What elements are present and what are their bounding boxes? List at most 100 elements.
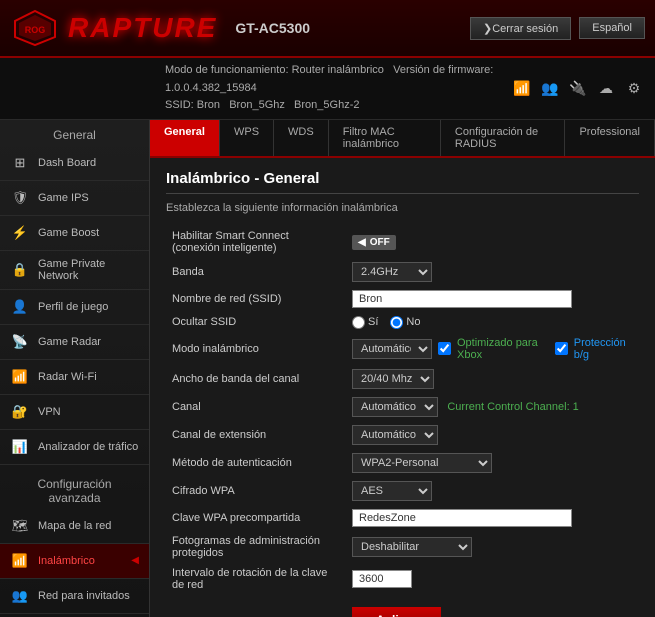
analizador-icon: 📊 xyxy=(10,437,30,457)
ssid-row: Nombre de red (SSID) xyxy=(166,286,639,312)
extension-label: Canal de extensión xyxy=(166,421,346,449)
dashboard-icon: ⊞ xyxy=(10,153,30,173)
brand-title: RAPTURE xyxy=(68,12,217,44)
autenticacion-row: Método de autenticación WPA2-Personal xyxy=(166,449,639,477)
game-ips-icon: 🛡 xyxy=(10,188,30,208)
ssid1-link[interactable]: Bron xyxy=(197,99,220,111)
ocultar-si-label[interactable]: Sí xyxy=(352,316,378,329)
fotogramas-label: Fotogramas de administración protegidos xyxy=(166,531,346,563)
rog-logo: ROG xyxy=(10,8,60,48)
sidebar-item-inalambrico[interactable]: 📶 Inalámbrico ◀ xyxy=(0,544,149,579)
sidebar-label-game-ips: Game IPS xyxy=(38,192,89,204)
toggle-value: OFF xyxy=(370,237,390,248)
tab-general[interactable]: General xyxy=(150,120,220,156)
inalambrico-icon: 📶 xyxy=(10,551,30,571)
channel-info: Current Control Channel: 1 xyxy=(447,401,578,413)
sidebar-item-red-invitados[interactable]: 👥 Red para invitados xyxy=(0,579,149,614)
perfil-icon: 👤 xyxy=(10,297,30,317)
intervalo-input[interactable] xyxy=(352,570,412,588)
mode-link[interactable]: Router inalámbrico xyxy=(292,64,384,76)
ocultar-no-text: No xyxy=(406,316,420,328)
usb-icon[interactable]: 🔌 xyxy=(567,77,589,99)
ocultar-no-radio[interactable] xyxy=(390,316,403,329)
sidebar-label-dashboard: Dash Board xyxy=(38,157,96,169)
radar-wifi-icon: 📶 xyxy=(10,367,30,387)
page-title: Inalámbrico - General xyxy=(166,170,639,194)
apply-button[interactable]: Aplicar xyxy=(352,607,441,617)
clave-label: Clave WPA precompartida xyxy=(166,505,346,531)
banda-label: Banda xyxy=(166,258,346,286)
sidebar-item-radar-wifi[interactable]: 📶 Radar Wi-Fi xyxy=(0,360,149,395)
tab-wds[interactable]: WDS xyxy=(274,120,329,156)
game-private-icon: 🔒 xyxy=(10,260,30,280)
protbg-label: Protección b/g xyxy=(574,337,633,361)
modo-select[interactable]: Automático xyxy=(352,339,432,359)
top-bar: Modo de funcionamiento: Router inalámbri… xyxy=(0,58,655,120)
inalambrico-arrow: ◀ xyxy=(131,555,139,566)
ocultar-si-radio[interactable] xyxy=(352,316,365,329)
ocultar-no-label[interactable]: No xyxy=(390,316,420,329)
extension-row: Canal de extensión Automático xyxy=(166,421,639,449)
ocultar-si-text: Sí xyxy=(368,316,378,328)
main-layout: General ⊞ Dash Board 🛡 Game IPS ⚡ Game B… xyxy=(0,120,655,617)
sidebar-item-analizador[interactable]: 📊 Analizador de tráfico xyxy=(0,430,149,465)
protbg-checkbox[interactable] xyxy=(555,342,568,355)
sidebar-item-vpn[interactable]: 🔐 VPN xyxy=(0,395,149,430)
general-section-title: General xyxy=(0,120,149,146)
game-radar-icon: 📡 xyxy=(10,332,30,352)
ancho-label: Ancho de banda del canal xyxy=(166,365,346,393)
page-subtitle: Establezca la siguiente información inal… xyxy=(166,202,639,214)
tab-filtro-mac[interactable]: Filtro MAC inalámbrico xyxy=(329,120,441,156)
fotogramas-select[interactable]: Deshabilitar xyxy=(352,537,472,557)
ssid-input[interactable] xyxy=(352,290,572,308)
canal-row: Canal Automático Current Control Channel… xyxy=(166,393,639,421)
autenticacion-select[interactable]: WPA2-Personal xyxy=(352,453,492,473)
vpn-icon: 🔐 xyxy=(10,402,30,422)
main-content: General WPS WDS Filtro MAC inalámbrico C… xyxy=(150,120,655,617)
ssid2-link[interactable]: Bron_5Ghz xyxy=(229,99,285,111)
sidebar-item-game-private[interactable]: 🔒 Game Private Network xyxy=(0,251,149,290)
wifi-icon[interactable]: 📶 xyxy=(511,77,533,99)
canal-select[interactable]: Automático xyxy=(352,397,438,417)
advanced-section-title: Configuración avanzada xyxy=(0,469,149,509)
cifrado-row: Cifrado WPA AES xyxy=(166,477,639,505)
sidebar-item-game-boost[interactable]: ⚡ Game Boost xyxy=(0,216,149,251)
sidebar-item-lan[interactable]: 🔌 LAN xyxy=(0,614,149,617)
smart-connect-row: Habilitar Smart Connect (conexión inteli… xyxy=(166,226,639,258)
header: ROG RAPTURE GT-AC5300 ❯Cerrar sesión Esp… xyxy=(0,0,655,58)
mode-label: Modo de funcionamiento: xyxy=(165,64,289,76)
banda-select[interactable]: 2.4GHz 5GHz xyxy=(352,262,432,282)
canal-label: Canal xyxy=(166,393,346,421)
cerrar-sesion-button[interactable]: ❯Cerrar sesión xyxy=(470,17,571,40)
sidebar-item-perfil[interactable]: 👤 Perfil de juego xyxy=(0,290,149,325)
xbox-checkbox[interactable] xyxy=(438,342,451,355)
sidebar-label-game-radar: Game Radar xyxy=(38,336,101,348)
modo-controls: Automático Optimizado para Xbox Protecci… xyxy=(352,337,633,361)
language-button[interactable]: Español xyxy=(579,17,645,39)
sidebar-item-game-ips[interactable]: 🛡 Game IPS xyxy=(0,181,149,216)
banda-row: Banda 2.4GHz 5GHz xyxy=(166,258,639,286)
sidebar-label-radar-wifi: Radar Wi-Fi xyxy=(38,371,97,383)
sidebar-item-mapa[interactable]: 🗺 Mapa de la red xyxy=(0,509,149,544)
xbox-label: Optimizado para Xbox xyxy=(457,337,549,361)
firmware-link[interactable]: 1.0.0.4.382_15984 xyxy=(165,82,257,94)
smart-connect-toggle[interactable]: ◀ OFF xyxy=(352,235,396,250)
sidebar-item-dashboard[interactable]: ⊞ Dash Board xyxy=(0,146,149,181)
ssid3-link[interactable]: Bron_5Ghz-2 xyxy=(294,99,359,111)
users-icon[interactable]: 👥 xyxy=(539,77,561,99)
info-text: Modo de funcionamiento: Router inalámbri… xyxy=(165,62,511,115)
extension-select[interactable]: Automático xyxy=(352,425,438,445)
clave-input[interactable] xyxy=(352,509,572,527)
cloud-icon[interactable]: ☁ xyxy=(595,77,617,99)
settings-icon[interactable]: ⚙ xyxy=(623,77,645,99)
modo-row: Modo inalámbrico Automático Optimizado p… xyxy=(166,333,639,365)
tab-professional[interactable]: Professional xyxy=(565,120,655,156)
top-bar-icons: 📶 👥 🔌 ☁ ⚙ xyxy=(511,77,645,99)
sidebar-item-game-radar[interactable]: 📡 Game Radar xyxy=(0,325,149,360)
tab-wps[interactable]: WPS xyxy=(220,120,274,156)
tab-radius[interactable]: Configuración de RADIUS xyxy=(441,120,566,156)
ancho-select[interactable]: 20/40 Mhz xyxy=(352,369,434,389)
sidebar-label-game-private: Game Private Network xyxy=(38,258,139,282)
settings-form: Habilitar Smart Connect (conexión inteli… xyxy=(166,226,639,617)
cifrado-select[interactable]: AES xyxy=(352,481,432,501)
